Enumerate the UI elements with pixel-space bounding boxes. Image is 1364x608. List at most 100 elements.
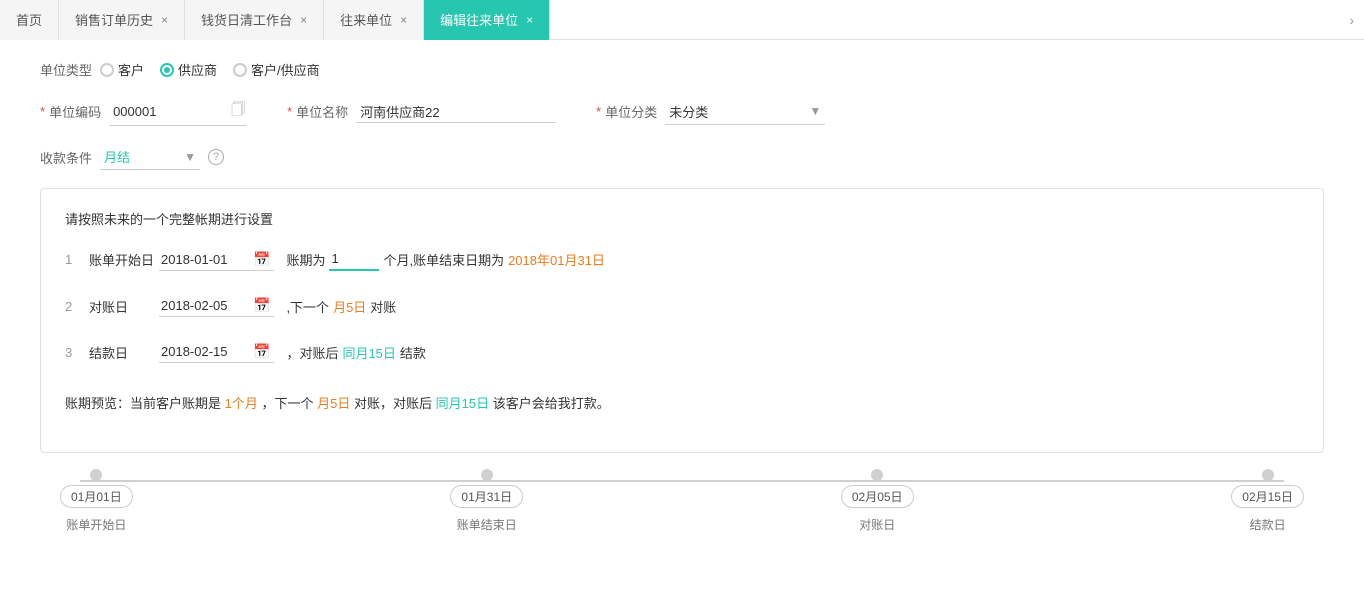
period-label-3: 结款日 [89,343,159,362]
calendar-3-icon[interactable]: 📅 [249,341,274,362]
radio-supplier-circle [160,63,174,77]
tab-sales-history-close[interactable]: × [161,13,168,27]
preview-mid2: 对账，对账后 [354,396,432,411]
tab-sales-history[interactable]: 销售订单历史 × [59,0,185,40]
period-desc-1-prefix: 账期为 [286,250,325,269]
radio-supplier[interactable]: 供应商 [160,60,217,79]
payment-dropdown[interactable]: 月结 ▼ [100,144,200,170]
calendar-1-icon[interactable]: 📅 [249,249,274,270]
period-num-1: 1 [65,252,89,267]
radio-both[interactable]: 客户/供应商 [233,60,320,79]
payment-help-icon[interactable]: ? [208,149,224,165]
timeline-label-4: 结款日 [1250,516,1286,533]
period-val-input[interactable] [329,248,379,271]
payment-field: 收款条件 月结 ▼ ? [40,144,224,170]
preview-mid1: ，下一个 [262,396,314,411]
timeline-label-1: 账单开始日 [66,516,126,533]
preview-suffix: 该客户会给我打款。 [493,396,610,411]
unit-name-star: * [287,104,292,119]
payment-label: 收款条件 [40,148,92,167]
period-desc-1: 账期为 个月,账单结束日期为 2018年01月31日 [286,248,604,271]
timeline-points: 01月01日 账单开始日 01月31日 账单结束日 02月05日 对账日 02月… [60,469,1304,533]
unit-category-dropdown[interactable]: 未分类 ▼ [665,99,825,125]
unit-code-icon[interactable]: 🗍 [229,97,247,125]
period-num-2: 2 [65,299,89,314]
unit-category-star: * [596,104,601,119]
tabs-scroll-arrow[interactable]: › [1339,12,1364,28]
period-date-3-input[interactable] [159,341,249,362]
unit-category-field: * 单位分类 未分类 ▼ [596,99,825,125]
tab-contacts-label: 往来单位 [340,10,392,29]
timeline-label-2: 账单结束日 [457,516,517,533]
period-date-1-wrap: 📅 [159,249,274,271]
period-date-3-wrap: 📅 [159,341,274,363]
preview-section: 账期预览：当前客户账期是 1个月 ，下一个 月5日 对账，对账后 同月15日 该… [65,379,1299,412]
unit-name-label: 单位名称 [296,102,348,121]
payment-value: 月结 [100,144,180,169]
tab-cash-work-label: 钱货日清工作台 [201,10,292,29]
radio-customer-circle [100,63,114,77]
unit-code-label: 单位编码 [49,102,101,121]
radio-both-label: 客户/供应商 [251,60,320,79]
payment-row: 收款条件 月结 ▼ ? [40,144,1324,170]
preview-teal: 同月15日 [436,396,489,411]
preview-orange1: 1个月 [225,396,258,411]
timeline-badge-1: 01月01日 [60,485,133,508]
tab-cash-work[interactable]: 钱货日清工作台 × [185,0,324,40]
period-label-2: 对账日 [89,297,159,316]
radio-customer-label: 客户 [118,60,144,79]
tab-edit-contact-label: 编辑往来单位 [440,10,518,29]
period-desc-2-suffix: 对账 [370,297,396,316]
timeline-section: 01月01日 账单开始日 01月31日 账单结束日 02月05日 对账日 02月… [40,453,1324,573]
timeline-label-3: 对账日 [859,516,895,533]
period-date-1-input[interactable] [159,249,249,270]
unit-type-radio-group: 客户 供应商 客户/供应商 [100,60,320,79]
timeline-badge-3: 02月05日 [841,485,914,508]
tab-sales-history-label: 销售订单历史 [75,10,153,29]
timeline-dot-4 [1262,469,1274,481]
period-desc-3-teal: 同月15日 [342,343,395,362]
period-desc-1-suffix: 个月,账单结束日期为 [383,250,504,269]
period-date-result: 2018年01月31日 [508,250,605,269]
unit-code-input[interactable] [109,101,229,122]
period-date-2-input[interactable] [159,295,249,316]
period-settings-box: 请按照未来的一个完整帐期进行设置 1 账单开始日 📅 账期为 个月,账单结束日期… [40,188,1324,453]
unit-type-label: 单位类型 [40,60,92,79]
tab-edit-contact[interactable]: 编辑往来单位 × [424,0,550,40]
preview-orange2: 月5日 [317,396,350,411]
unit-info-row: * 单位编码 🗍 * 单位名称 * 单位分类 未分类 ▼ [40,97,1324,126]
unit-name-input[interactable] [356,101,556,123]
unit-category-label: 单位分类 [605,102,657,121]
payment-arrow-icon: ▼ [180,148,200,166]
unit-code-field: * 单位编码 🗍 [40,97,247,126]
tab-contacts[interactable]: 往来单位 × [324,0,424,40]
timeline-dot-2 [481,469,493,481]
period-num-3: 3 [65,345,89,360]
period-label-1: 账单开始日 [89,250,159,269]
timeline-dot-3 [871,469,883,481]
tab-home[interactable]: 首页 [0,0,59,40]
radio-both-circle [233,63,247,77]
unit-type-field: 单位类型 客户 供应商 客户/供应商 [40,60,320,79]
unit-category-value: 未分类 [665,99,805,124]
period-row-2: 2 对账日 📅 ,下一个 月5日 对账 [65,295,1299,317]
radio-customer[interactable]: 客户 [100,60,144,79]
period-box-title: 请按照未来的一个完整帐期进行设置 [65,209,1299,228]
period-desc-3: ，对账后 同月15日 结款 [286,343,426,362]
period-row-1: 1 账单开始日 📅 账期为 个月,账单结束日期为 2018年01月31日 [65,248,1299,271]
unit-category-arrow-icon: ▼ [805,102,825,120]
timeline-point-3: 02月05日 对账日 [841,469,914,533]
period-date-2-wrap: 📅 [159,295,274,317]
tab-cash-work-close[interactable]: × [300,13,307,27]
timeline-badge-4: 02月15日 [1231,485,1304,508]
timeline-dot-1 [90,469,102,481]
period-row-3: 3 结款日 📅 ，对账后 同月15日 结款 [65,341,1299,363]
radio-supplier-label: 供应商 [178,60,217,79]
timeline-point-1: 01月01日 账单开始日 [60,469,133,533]
unit-type-row: 单位类型 客户 供应商 客户/供应商 [40,60,1324,79]
tab-contacts-close[interactable]: × [400,13,407,27]
tab-edit-contact-close[interactable]: × [526,13,533,27]
unit-name-field: * 单位名称 [287,101,556,123]
tabs-bar: 首页 销售订单历史 × 钱货日清工作台 × 往来单位 × 编辑往来单位 × › [0,0,1364,40]
calendar-2-icon[interactable]: 📅 [249,295,274,316]
